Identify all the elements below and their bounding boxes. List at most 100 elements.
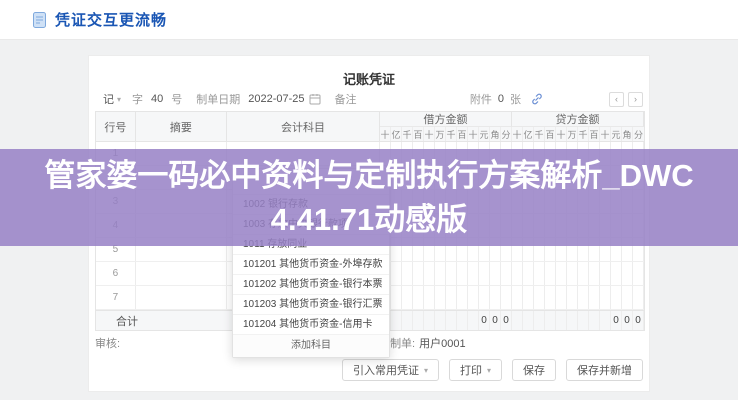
digit-col-label: 元 [479,127,490,141]
digit-col-label: 分 [501,127,512,141]
calendar-icon[interactable] [309,93,321,105]
account-subject-option[interactable]: 101203 其他货币资金-银行汇票 [233,295,389,315]
attachment-label: 附件 [469,94,492,106]
amount-digit-cell[interactable] [600,286,611,309]
amount-digit-cell[interactable] [501,286,512,309]
next-voucher-button[interactable]: › [628,91,643,107]
total-digit-cell [567,311,578,330]
amount-digit-cell[interactable] [413,286,424,309]
digit-col-label: 分 [633,129,643,140]
voucher-toolbar: 记 ▾ 字 40 号 制单日期 2022-07-25 备注 附件 0 张 ‹ › [103,89,643,109]
amount-digit-cell[interactable] [545,262,556,285]
import-common-voucher-button[interactable]: 引入常用凭证 ▾ [341,359,439,381]
col-header-account: 会计科目 [227,112,380,141]
amount-digit-cell[interactable] [589,262,600,285]
summary-cell[interactable] [136,286,228,309]
amount-digit-cell[interactable] [435,262,446,285]
col-header-row-no: 行号 [96,112,136,141]
total-digit-cell: 0 [501,311,512,330]
digit-col-label: 元 [611,127,622,141]
voucher-number-input[interactable]: 40 [151,93,163,105]
amount-digit-cell[interactable] [633,286,644,309]
amount-digit-cell[interactable] [413,262,424,285]
amount-digit-cell[interactable] [622,262,633,285]
amount-digit-cell[interactable] [534,262,545,285]
promo-text-line2: 4.41.71动感版 [270,201,468,237]
amount-digit-cell[interactable] [457,262,468,285]
summary-cell[interactable] [136,262,228,285]
digit-col-label: 角 [622,127,633,141]
amount-digit-cell[interactable] [501,262,512,285]
amount-digit-cell[interactable] [446,262,457,285]
account-subject-option[interactable]: 101204 其他货币资金-信用卡 [233,315,389,335]
amount-digit-cell[interactable] [589,286,600,309]
print-button[interactable]: 打印 ▾ [448,359,502,381]
row-number: 6 [96,262,136,285]
amount-digit-cell[interactable] [512,286,523,309]
amount-digit-cell[interactable] [567,262,578,285]
amount-digit-cell[interactable] [534,286,545,309]
amount-digit-cell[interactable] [424,262,435,285]
amount-digit-cell[interactable] [490,262,501,285]
amount-digit-cell[interactable] [512,262,523,285]
amount-digit-cell[interactable] [578,286,589,309]
amount-digit-cell[interactable] [633,262,644,285]
amount-digit-cell[interactable] [457,286,468,309]
prev-voucher-button[interactable]: ‹ [609,91,624,107]
amount-digit-cell[interactable] [611,286,622,309]
app-header: 凭证交互更流畅 [0,0,738,40]
amount-digit-cell[interactable] [600,262,611,285]
total-digit-cell: 0 [479,311,490,330]
chevron-down-icon: ▾ [486,366,491,375]
digit-col-label: 千 [402,127,413,141]
review-label: 审核: [95,338,121,350]
account-subject-option[interactable]: 101201 其他货币资金-外埠存款 [233,255,389,275]
amount-digit-cell[interactable] [611,262,622,285]
amount-digit-cell[interactable] [556,286,567,309]
link-icon[interactable] [531,93,543,105]
save-button[interactable]: 保存 [512,359,556,381]
amount-digit-cell[interactable] [479,286,490,309]
table-header: 行号 摘要 会计科目 借方金额 十亿千百十万千百十元角分 贷方金额 十亿千百十万… [96,112,644,142]
total-digit-cell [391,311,402,330]
amount-digit-cell[interactable] [402,286,413,309]
debit-group-header: 借方金额 十亿千百十万千百十元角分 [380,112,512,141]
amount-digit-cell[interactable] [391,286,402,309]
voucher-word-select[interactable]: 记 [103,91,114,107]
total-digit-cell [413,311,424,330]
amount-digit-cell[interactable] [479,262,490,285]
amount-digit-cell[interactable] [468,262,479,285]
amount-digit-cell[interactable] [435,286,446,309]
amount-digit-cell[interactable] [523,286,534,309]
total-digit-cell [589,311,600,330]
digit-col-label: 百 [413,127,424,141]
amount-digit-cell[interactable] [391,262,402,285]
add-subject-button[interactable]: 添加科目 [233,335,389,357]
total-digit-cell [446,311,457,330]
amount-digit-cell[interactable] [556,262,567,285]
amount-digit-cell[interactable] [424,286,435,309]
amount-digit-cell[interactable] [446,286,457,309]
action-bar: 引入常用凭证 ▾ 打印 ▾ 保存 保存并新增 [89,359,643,381]
digit-col-label: 百 [589,127,600,141]
voucher-doc-icon [33,11,46,28]
digit-col-label: 十 [512,127,523,141]
amount-digit-cell[interactable] [567,286,578,309]
digit-col-label: 亿 [523,127,534,141]
amount-digit-cell[interactable] [523,262,534,285]
amount-digit-cell[interactable] [578,262,589,285]
account-subject-option[interactable]: 101202 其他货币资金-银行本票 [233,275,389,295]
amount-digit-cell[interactable] [545,286,556,309]
amount-digit-cell[interactable] [402,262,413,285]
amount-digit-cell[interactable] [490,286,501,309]
amount-digit-cell[interactable] [622,286,633,309]
attachment-count[interactable]: 0 [498,93,504,105]
total-digit-cell [534,311,545,330]
save-and-new-button[interactable]: 保存并新增 [566,359,643,381]
amount-digit-cell[interactable] [468,286,479,309]
digit-col-label: 十 [424,127,435,141]
voucher-nav: ‹ › [609,91,643,107]
digit-col-label: 百 [545,127,556,141]
date-input[interactable]: 2022-07-25 [248,93,304,105]
total-digit-cell: 0 [622,311,633,330]
